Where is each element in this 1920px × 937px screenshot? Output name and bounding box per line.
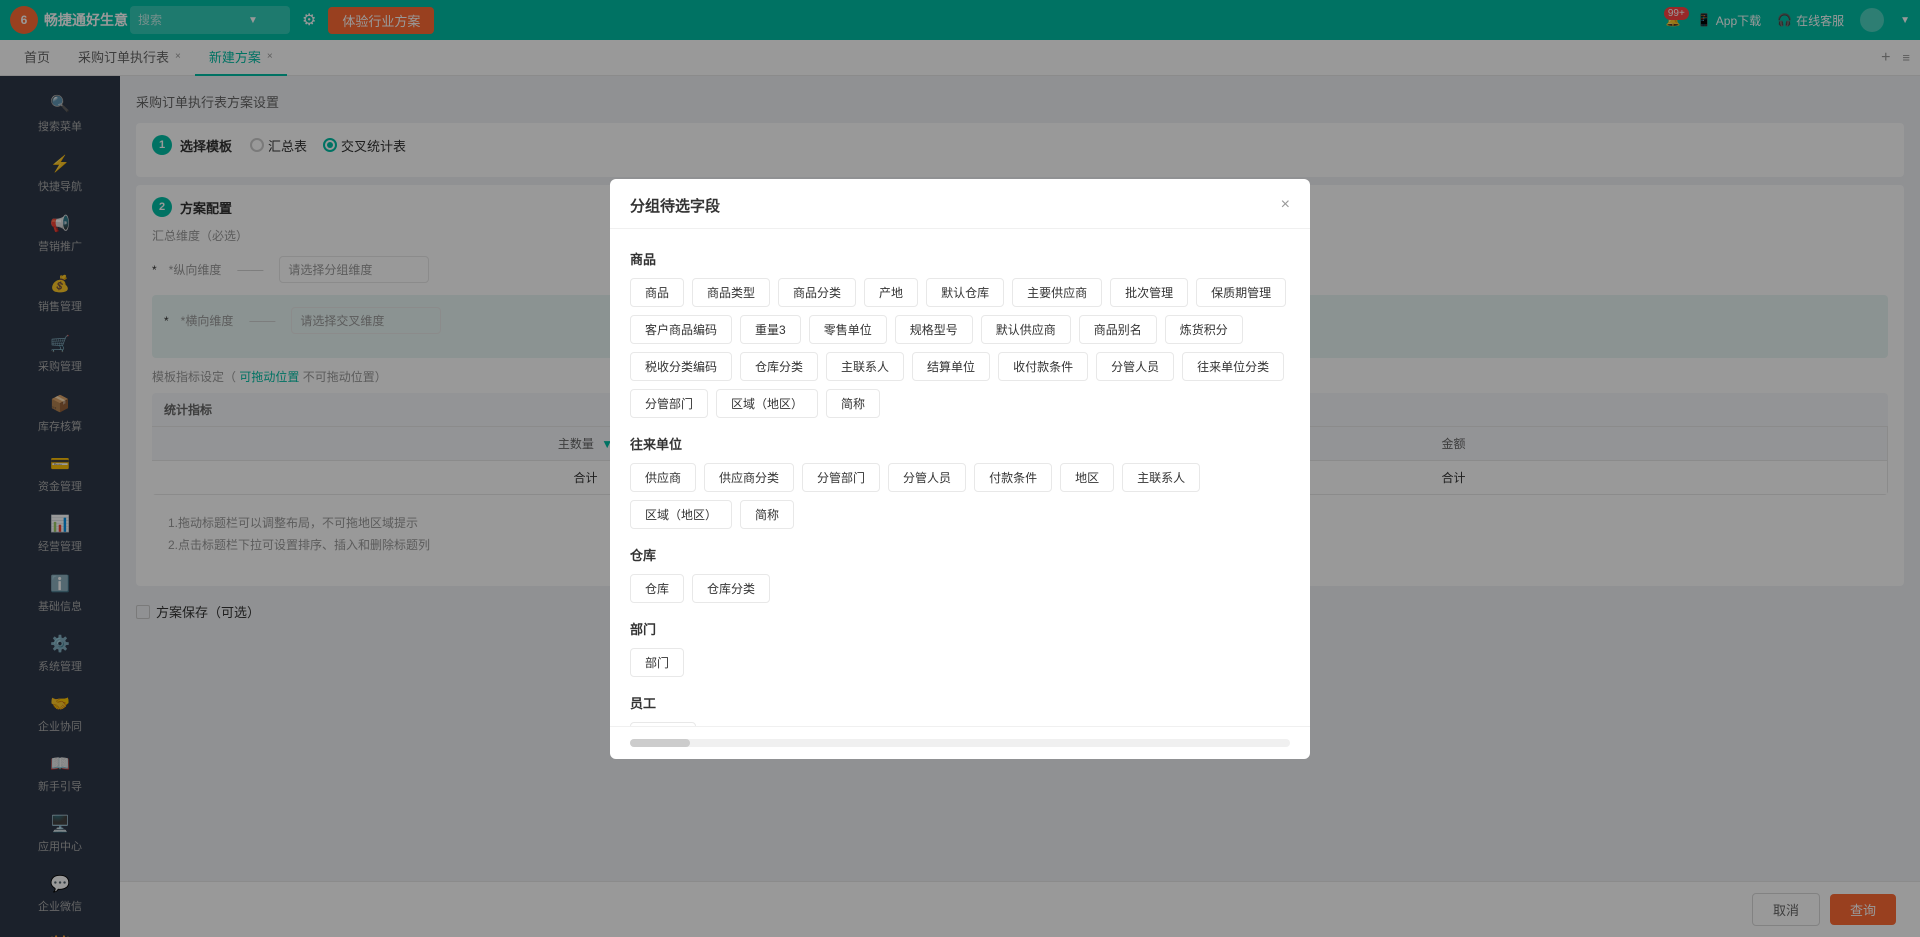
- field-tag-0-24[interactable]: 简称: [826, 389, 880, 418]
- modal-header: 分组待选字段 ×: [610, 179, 1310, 229]
- field-tag-0-0[interactable]: 商品: [630, 278, 684, 307]
- field-tag-0-16[interactable]: 仓库分类: [740, 352, 818, 381]
- field-tag-0-2[interactable]: 商品分类: [778, 278, 856, 307]
- field-tag-0-14[interactable]: 炼货积分: [1165, 315, 1243, 344]
- modal-section-title-4: 员工: [630, 693, 1290, 712]
- modal-section-fields-3: 部门: [630, 648, 1290, 677]
- field-tag-2-0[interactable]: 仓库: [630, 574, 684, 603]
- modal-overlay: 分组待选字段 × 商品商品商品类型商品分类产地默认仓库主要供应商批次管理保质期管…: [0, 0, 1920, 937]
- field-tag-0-4[interactable]: 默认仓库: [926, 278, 1004, 307]
- field-tag-1-4[interactable]: 付款条件: [974, 463, 1052, 492]
- field-tag-0-10[interactable]: 零售单位: [809, 315, 887, 344]
- modal-body: 商品商品商品类型商品分类产地默认仓库主要供应商批次管理保质期管理客户商品编码重量…: [610, 229, 1310, 726]
- field-tag-0-12[interactable]: 默认供应商: [981, 315, 1071, 344]
- field-tag-0-23[interactable]: 区域（地区）: [716, 389, 818, 418]
- field-tag-2-1[interactable]: 仓库分类: [692, 574, 770, 603]
- horizontal-scrollbar[interactable]: [630, 739, 1290, 747]
- modal-section-title-2: 仓库: [630, 545, 1290, 564]
- field-tag-0-11[interactable]: 规格型号: [895, 315, 973, 344]
- field-tag-0-20[interactable]: 分管人员: [1096, 352, 1174, 381]
- modal-footer: [610, 726, 1310, 759]
- field-tag-0-22[interactable]: 分管部门: [630, 389, 708, 418]
- field-tag-0-18[interactable]: 结算单位: [912, 352, 990, 381]
- modal-close-button[interactable]: ×: [1281, 196, 1290, 214]
- modal-title: 分组待选字段: [630, 195, 720, 216]
- modal-section-title-0: 商品: [630, 249, 1290, 268]
- modal-dialog: 分组待选字段 × 商品商品商品类型商品分类产地默认仓库主要供应商批次管理保质期管…: [610, 179, 1310, 759]
- field-tag-1-6[interactable]: 主联系人: [1122, 463, 1200, 492]
- modal-section-title-1: 往来单位: [630, 434, 1290, 453]
- field-tag-1-8[interactable]: 简称: [740, 500, 794, 529]
- field-tag-1-3[interactable]: 分管人员: [888, 463, 966, 492]
- field-tag-0-1[interactable]: 商品类型: [692, 278, 770, 307]
- modal-section-title-3: 部门: [630, 619, 1290, 638]
- field-tag-1-0[interactable]: 供应商: [630, 463, 696, 492]
- field-tag-0-15[interactable]: 税收分类编码: [630, 352, 732, 381]
- modal-section-fields-1: 供应商供应商分类分管部门分管人员付款条件地区主联系人区域（地区） 简称: [630, 463, 1290, 529]
- field-tag-1-1[interactable]: 供应商分类: [704, 463, 794, 492]
- field-tag-3-0[interactable]: 部门: [630, 648, 684, 677]
- modal-section-fields-0: 商品商品类型商品分类产地默认仓库主要供应商批次管理保质期管理客户商品编码重量3 零…: [630, 278, 1290, 418]
- field-tag-0-8[interactable]: 客户商品编码: [630, 315, 732, 344]
- field-tag-0-3[interactable]: 产地: [864, 278, 918, 307]
- field-tag-1-5[interactable]: 地区: [1060, 463, 1114, 492]
- field-tag-0-13[interactable]: 商品别名: [1079, 315, 1157, 344]
- field-tag-0-7[interactable]: 保质期管理: [1196, 278, 1286, 307]
- field-tag-1-2[interactable]: 分管部门: [802, 463, 880, 492]
- field-tag-0-5[interactable]: 主要供应商: [1012, 278, 1102, 307]
- field-tag-1-7[interactable]: 区域（地区）: [630, 500, 732, 529]
- field-tag-0-9[interactable]: 重量3: [740, 315, 801, 344]
- field-tag-0-6[interactable]: 批次管理: [1110, 278, 1188, 307]
- field-tag-0-17[interactable]: 主联系人: [826, 352, 904, 381]
- field-tag-0-21[interactable]: 往来单位分类: [1182, 352, 1284, 381]
- scroll-thumb: [630, 739, 690, 747]
- modal-section-fields-2: 仓库仓库分类: [630, 574, 1290, 603]
- field-tag-0-19[interactable]: 收付款条件: [998, 352, 1088, 381]
